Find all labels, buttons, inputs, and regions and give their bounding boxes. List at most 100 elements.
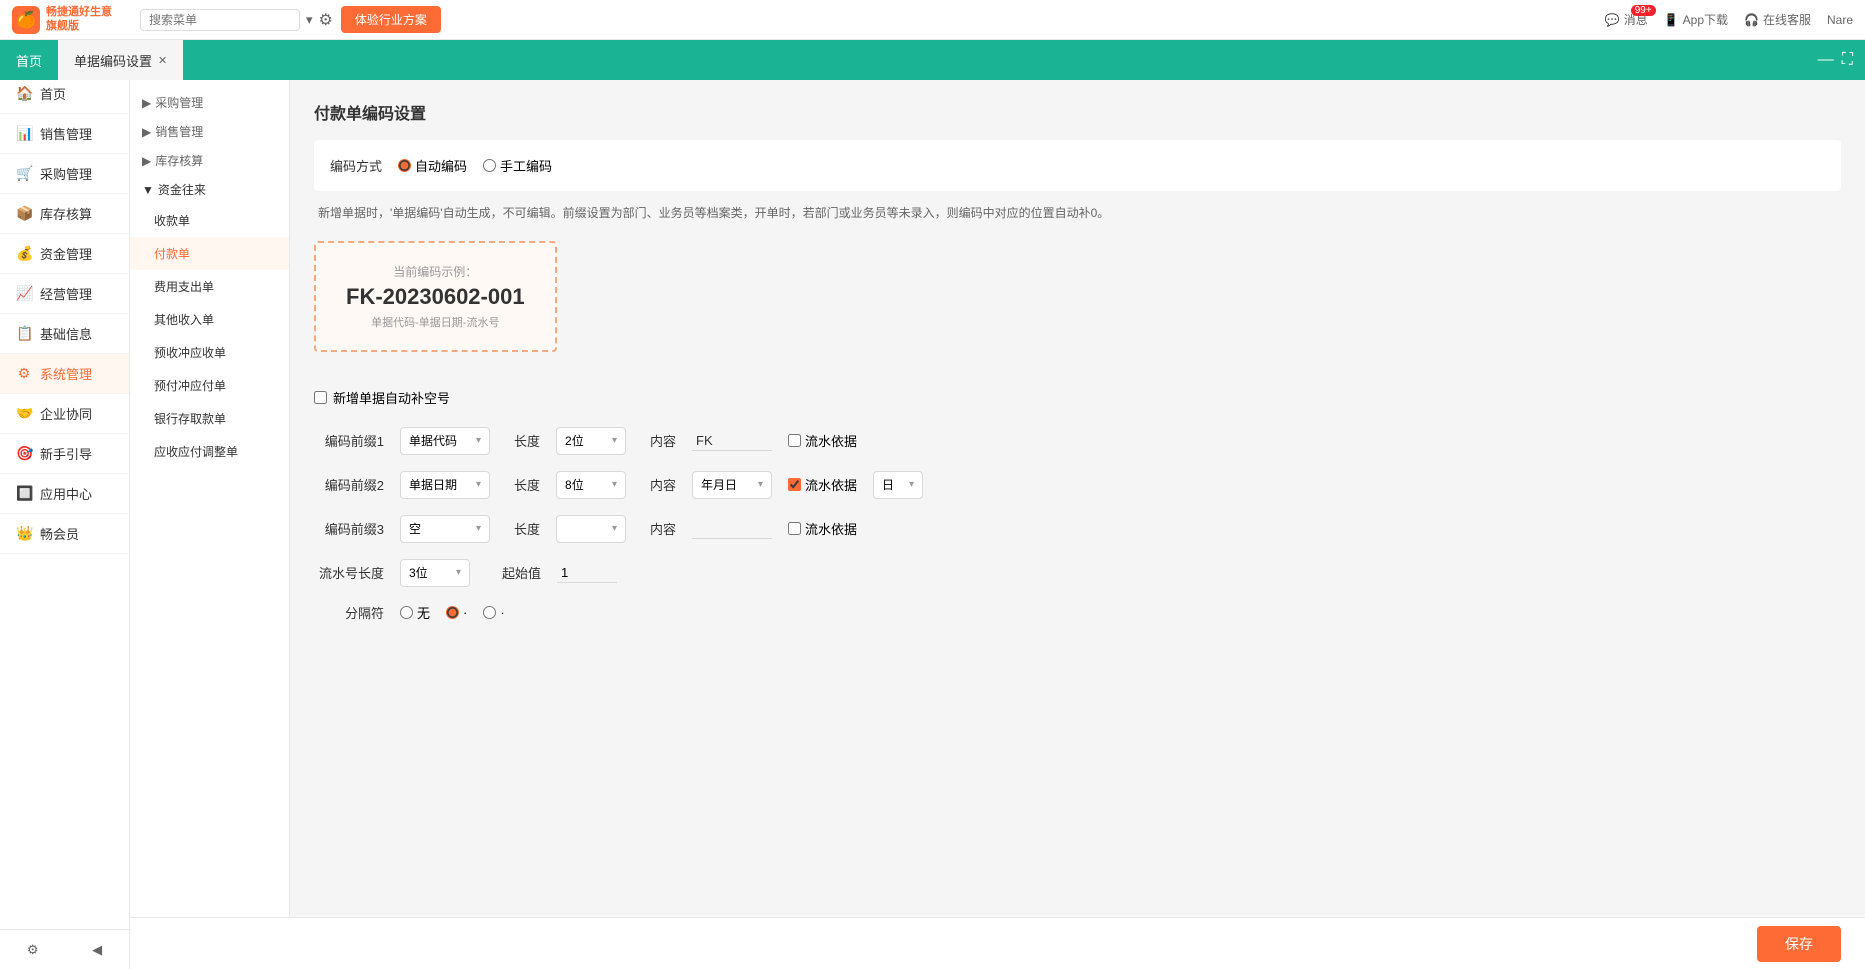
serial1-checkbox-label[interactable]: 流水依据 (788, 431, 857, 450)
sep-dot-radio[interactable] (446, 606, 459, 619)
sub-group-purchase[interactable]: ▶ 采购管理 (130, 88, 289, 117)
sidebar-settings-icon[interactable]: ⚙ (27, 942, 39, 958)
sub-group-cashflow-label: 资金往来 (158, 181, 206, 198)
sub-group-inventory-label: 库存核算 (155, 152, 203, 169)
sub-group-cashflow[interactable]: ▼ 资金往来 (130, 175, 289, 204)
serial2-checkbox-label[interactable]: 流水依据 (788, 475, 857, 494)
sep-none-label[interactable]: 无 (400, 603, 430, 622)
sidebar-item-guide[interactable]: 🎯 新手引导 (0, 434, 129, 474)
start-value-input[interactable] (557, 563, 617, 583)
prefix2-value: 单据日期 (409, 476, 457, 493)
prefix-row-3: 编码前缀3 空 长度 内容 流水依据 (314, 515, 1841, 543)
save-button[interactable]: 保存 (1757, 926, 1841, 962)
sep-none-radio[interactable] (400, 606, 413, 619)
sep-dash-label[interactable]: · (483, 605, 504, 620)
content3-input[interactable] (692, 519, 772, 539)
content1-input[interactable] (692, 431, 772, 451)
length3-select[interactable] (556, 515, 626, 543)
online-service-button[interactable]: 🎧 在线客服 (1744, 11, 1811, 28)
trial-button[interactable]: 体验行业方案 (341, 6, 441, 33)
auto-code-radio-label[interactable]: 自动编码 (398, 156, 467, 175)
messages-badge: 99+ (1631, 5, 1656, 16)
topbar: 🍊 畅捷通好生意 旗舰版 ▾ ⚙ 体验行业方案 💬 消息 99+ 📱 App下载… (0, 0, 1865, 40)
length1-select[interactable]: 2位 (556, 427, 626, 455)
sub-item-pre-receipt[interactable]: 预收冲应收单 (130, 336, 289, 369)
sidebar-item-purchase[interactable]: 🛒 采购管理 (0, 154, 129, 194)
sidebar-item-basic-info-label: 基础信息 (40, 324, 92, 343)
sidebar-item-finance[interactable]: 💰 资金管理 (0, 234, 129, 274)
sub-item-other-income[interactable]: 其他收入单 (130, 303, 289, 336)
sidebar-item-enterprise[interactable]: 🤝 企业协同 (0, 394, 129, 434)
sub-item-expense[interactable]: 费用支出单 (130, 270, 289, 303)
preview-code: FK-20230602-001 (346, 284, 525, 310)
length2-select[interactable]: 8位 (556, 471, 626, 499)
sep-dash-radio[interactable] (483, 606, 496, 619)
preview-desc: 单据代码-单据日期-流水号 (346, 314, 525, 330)
tab-maximize-button[interactable]: ⛶ (1842, 51, 1853, 69)
sub-sidebar: ▶ 采购管理 ▶ 销售管理 ▶ 库存核算 ▼ 资金往来 收款单 付款单 费用支出… (130, 80, 290, 969)
sidebar-item-system-label: 系统管理 (40, 364, 92, 383)
sidebar-item-home[interactable]: 🏠 首页 (0, 74, 129, 114)
tab-home[interactable]: 首页 (0, 40, 58, 80)
settings-icon[interactable]: ⚙ (319, 10, 333, 30)
search-input[interactable] (140, 9, 300, 31)
serial-length-select[interactable]: 3位 (400, 559, 470, 587)
finance-icon: 💰 (16, 245, 32, 262)
sidebar-item-app-center-label: 应用中心 (40, 484, 92, 503)
sub-group-inventory[interactable]: ▶ 库存核算 (130, 146, 289, 175)
auto-code-radio[interactable] (398, 159, 411, 172)
sidebar-item-guide-label: 新手引导 (40, 444, 92, 463)
sidebar-bottom: ⚙ ◀ (0, 929, 129, 969)
sidebar-item-basic-info[interactable]: 📋 基础信息 (0, 314, 129, 354)
sidebar-item-app-center[interactable]: 🔲 应用中心 (0, 474, 129, 514)
sub-item-receipt[interactable]: 收款单 (130, 204, 289, 237)
serial1-label: 流水依据 (805, 431, 857, 450)
sub-item-payment[interactable]: 付款单 (130, 237, 289, 270)
content1-label: 内容 (650, 431, 676, 450)
messages-button[interactable]: 💬 消息 99+ (1605, 11, 1648, 28)
sep-none-text: 无 (417, 603, 430, 622)
enterprise-icon: 🤝 (16, 405, 32, 422)
user-menu-button[interactable]: Nare (1827, 13, 1853, 27)
length2-value: 8位 (565, 476, 584, 493)
app-download-button[interactable]: 📱 App下载 (1664, 11, 1728, 28)
sidebar-item-management[interactable]: 📈 经营管理 (0, 274, 129, 314)
sub-item-bank[interactable]: 银行存取款单 (130, 402, 289, 435)
tab-code-settings[interactable]: 单据编码设置 ✕ (58, 40, 183, 80)
tab-minimize-button[interactable]: — (1818, 51, 1834, 69)
sep-dot-label[interactable]: · (446, 605, 467, 620)
serial-length-value: 3位 (409, 564, 428, 581)
manual-code-radio[interactable] (483, 159, 496, 172)
app-center-icon: 🔲 (16, 485, 32, 502)
chevron-down-icon[interactable]: ▾ (306, 12, 313, 28)
serial3-checkbox-label[interactable]: 流水依据 (788, 519, 857, 538)
sub-group-sales[interactable]: ▶ 销售管理 (130, 117, 289, 146)
serial1-checkbox[interactable] (788, 434, 801, 447)
vip-icon: 👑 (16, 525, 32, 542)
sidebar-item-inventory[interactable]: 📦 库存核算 (0, 194, 129, 234)
serial3-checkbox[interactable] (788, 522, 801, 535)
prefix3-select[interactable]: 空 (400, 515, 490, 543)
sidebar-item-system[interactable]: ⚙ 系统管理 (0, 354, 129, 394)
sub-item-pre-payment[interactable]: 预付冲应付单 (130, 369, 289, 402)
sidebar-item-sales[interactable]: 📊 销售管理 (0, 114, 129, 154)
sep-dot-text: · (463, 605, 467, 620)
manual-code-radio-label[interactable]: 手工编码 (483, 156, 552, 175)
sidebar-collapse-icon[interactable]: ◀ (92, 942, 102, 958)
tab-close-icon[interactable]: ✕ (158, 54, 167, 67)
prefix1-select[interactable]: 单据代码 (400, 427, 490, 455)
sub-group-purchase-label: 采购管理 (155, 94, 203, 111)
day-select[interactable]: 日 (873, 471, 923, 499)
autofill-checkbox[interactable] (314, 391, 327, 404)
sidebar-item-enterprise-label: 企业协同 (40, 404, 92, 423)
code-method-label: 编码方式 (330, 156, 382, 175)
content2-select[interactable]: 年月日 (692, 471, 772, 499)
serial2-checkbox[interactable] (788, 478, 801, 491)
sidebar-item-vip[interactable]: 👑 畅会员 (0, 514, 129, 554)
sub-group-sales-label: 销售管理 (155, 123, 203, 140)
serial3-label: 流水依据 (805, 519, 857, 538)
sub-item-adjustment[interactable]: 应收应付调整单 (130, 435, 289, 468)
system-icon: ⚙ (16, 365, 32, 382)
prefix2-select[interactable]: 单据日期 (400, 471, 490, 499)
tab-home-label: 首页 (16, 51, 42, 70)
